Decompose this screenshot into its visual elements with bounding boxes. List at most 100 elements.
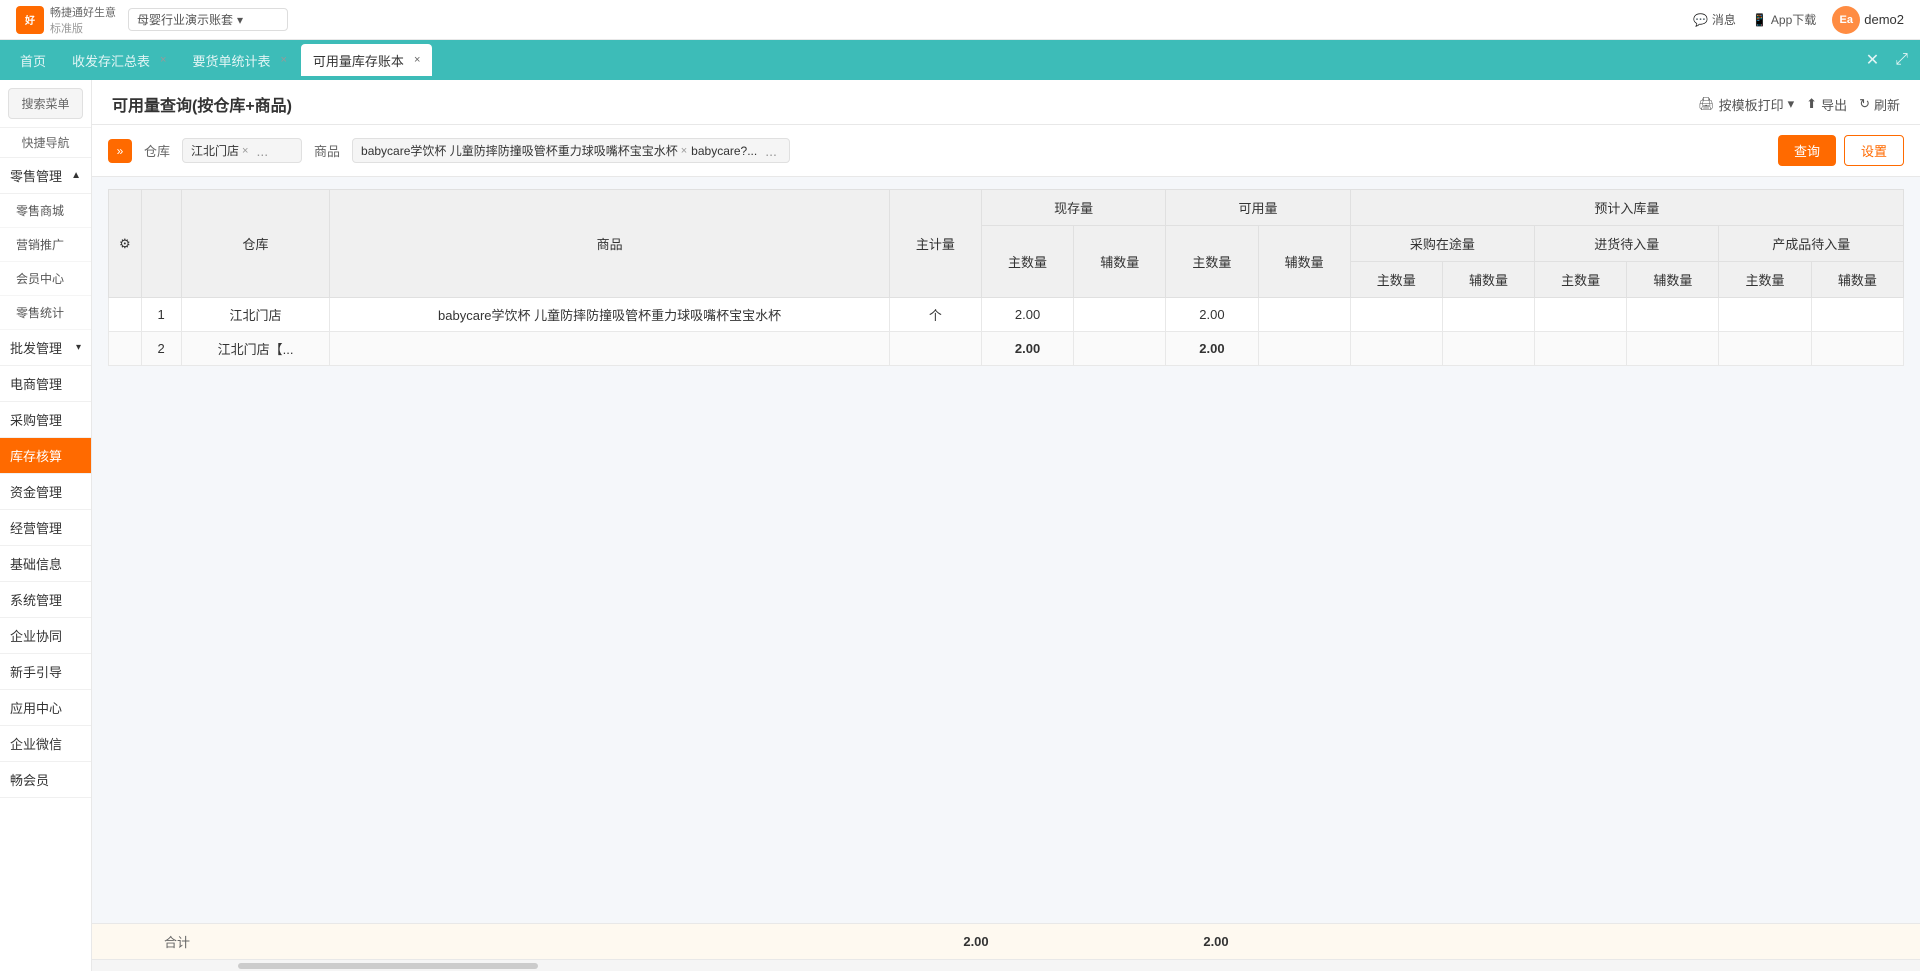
sidebar-group-inventory-header[interactable]: 库存核算: [0, 438, 91, 474]
cell-stock-aux-2: [1074, 332, 1166, 366]
user-area[interactable]: Ea demo2: [1832, 6, 1904, 34]
product-filter-tags[interactable]: babycare学饮杯 儿童防摔防撞吸管杯重力球吸嘴杯宝宝水杯 × babyca…: [352, 138, 790, 163]
sidebar-item-members[interactable]: 会员中心: [0, 262, 91, 296]
tab-receive-summary[interactable]: 收发存汇总表 ×: [60, 44, 178, 76]
nav-tabs-right: ✕ ⤢: [1862, 46, 1912, 74]
sidebar-group-finance-header[interactable]: 资金管理: [0, 474, 91, 510]
cell-avail-main-2: 2.00: [1166, 332, 1258, 366]
sidebar-group-app-center-header[interactable]: 应用中心: [0, 690, 91, 726]
th-num: [141, 190, 181, 298]
download-label: App下载: [1771, 11, 1816, 28]
sidebar-group-purchase-label: 采购管理: [10, 410, 62, 429]
query-btn[interactable]: 查询: [1778, 135, 1836, 166]
th-purchase-aux: 辅数量: [1442, 262, 1534, 298]
product-more-dots[interactable]: ...: [761, 143, 781, 159]
sidebar-group-wholesale-header[interactable]: 批发管理 ▾: [0, 330, 91, 366]
sidebar-group-operations: 经营管理: [0, 510, 91, 546]
tab-home[interactable]: 首页: [8, 44, 58, 76]
sidebar-group-members2-header[interactable]: 畅会员: [0, 762, 91, 798]
sidebar-group-collaboration: 企业协同: [0, 618, 91, 654]
product-tag-1-close[interactable]: ×: [681, 145, 687, 157]
top-bar-left: 好 畅捷通好生意 标准版 母婴行业演示账套 ▾: [16, 4, 288, 36]
message-btn[interactable]: 💬 消息: [1693, 11, 1736, 28]
sidebar-group-finance-label: 资金管理: [10, 482, 62, 501]
sidebar-group-wechat-label: 企业微信: [10, 734, 62, 753]
settings-btn[interactable]: 设置: [1844, 135, 1904, 166]
th-main-unit: 主计量: [889, 190, 981, 298]
maximize-btn[interactable]: ⤢: [1891, 47, 1912, 73]
quick-nav-btn[interactable]: 快捷导航: [0, 128, 91, 158]
sidebar-group-basic-info-header[interactable]: 基础信息: [0, 546, 91, 582]
tenant-selector[interactable]: 母婴行业演示账套 ▾: [128, 8, 288, 31]
tab-order-statistics[interactable]: 要货单统计表 ×: [180, 44, 298, 76]
close-window-btn[interactable]: ✕: [1862, 46, 1883, 74]
th-forecast-group: 预计入库量: [1350, 190, 1903, 226]
tab-receive-summary-close[interactable]: ×: [160, 54, 166, 66]
print-label: 按模板打印: [1719, 95, 1784, 114]
cell-avail-main-1: 2.00: [1166, 298, 1258, 332]
page-title: 可用量查询(按仓库+商品): [112, 92, 292, 116]
cell-prod-main-2: [1719, 332, 1811, 366]
th-product: 商品: [330, 190, 889, 298]
sidebar-group-retail-header[interactable]: 零售管理 ▲: [0, 158, 91, 194]
sidebar-group-retail-label: 零售管理: [10, 166, 62, 185]
logo-text: 畅捷通好生意: [50, 4, 116, 20]
cell-settings-2: [109, 332, 142, 366]
sidebar-group-system-header[interactable]: 系统管理: [0, 582, 91, 618]
th-production-group: 产成品待入量: [1719, 226, 1904, 262]
cell-product-1: babycare学饮杯 儿童防摔防撞吸管杯重力球吸嘴杯宝宝水杯: [330, 298, 889, 332]
sidebar-group-purchase-header[interactable]: 采购管理: [0, 402, 91, 438]
sidebar-group-inventory-label: 库存核算: [10, 446, 62, 465]
table-header: ⚙ 仓库 商品 主计量 现存量 可用量 预计入库量 主数量 辅数量 主数量 辅数…: [109, 190, 1904, 298]
sidebar-group-guide: 新手引导: [0, 654, 91, 690]
total-available-main: 2.00: [1156, 934, 1276, 949]
sidebar-group-operations-header[interactable]: 经营管理: [0, 510, 91, 546]
sidebar-group-basic-info: 基础信息: [0, 546, 91, 582]
cell-inc-main-2: [1535, 332, 1627, 366]
sidebar-item-marketing[interactable]: 营销推广: [0, 228, 91, 262]
refresh-btn[interactable]: ↻ 刷新: [1859, 95, 1900, 114]
th-settings[interactable]: ⚙: [109, 190, 142, 298]
cell-num-2: 2: [141, 332, 181, 366]
message-icon: 💬: [1693, 13, 1708, 27]
table-row: 1 江北门店 babycare学饮杯 儿童防摔防撞吸管杯重力球吸嘴杯宝宝水杯 个…: [109, 298, 1904, 332]
top-bar-right: 💬 消息 📱 App下载 Ea demo2: [1693, 6, 1904, 34]
sidebar-group-guide-label: 新手引导: [10, 662, 62, 681]
search-menu-btn[interactable]: 搜索菜单: [8, 88, 83, 119]
tenant-name: 母婴行业演示账套: [137, 11, 233, 28]
sidebar-group-finance: 资金管理: [0, 474, 91, 510]
bottom-scroll: [92, 959, 1920, 971]
cell-prod-main-1: [1719, 298, 1811, 332]
filter-expand-btn[interactable]: »: [108, 139, 132, 163]
table-body: 1 江北门店 babycare学饮杯 儿童防摔防撞吸管杯重力球吸嘴杯宝宝水杯 个…: [109, 298, 1904, 366]
th-incoming-main: 主数量: [1535, 262, 1627, 298]
sidebar-item-retail-store[interactable]: 零售商城: [0, 194, 91, 228]
app-download-btn[interactable]: 📱 App下载: [1752, 11, 1816, 28]
sidebar-group-ecommerce-header[interactable]: 电商管理: [0, 366, 91, 402]
sidebar-item-retail-stats[interactable]: 零售统计: [0, 296, 91, 330]
warehouse-filter-tags[interactable]: 江北门店 × ...: [182, 138, 302, 163]
cell-unit-2: [889, 332, 981, 366]
tab-order-statistics-close[interactable]: ×: [280, 54, 286, 66]
tab-receive-summary-label: 收发存汇总表: [72, 51, 150, 70]
tab-available-stock[interactable]: 可用量库存账本 ×: [301, 44, 432, 76]
cell-prod-aux-2: [1811, 332, 1903, 366]
warehouse-filter-label: 仓库: [144, 141, 170, 160]
warehouse-tag-close[interactable]: ×: [242, 145, 248, 157]
logo-area: 好 畅捷通好生意 标准版: [16, 4, 116, 36]
print-template-btn[interactable]: 🖨 按模板打印 ▾: [1698, 95, 1794, 114]
cell-prod-aux-1: [1811, 298, 1903, 332]
cell-inc-aux-1: [1627, 298, 1719, 332]
sidebar-group-app-center-label: 应用中心: [10, 698, 62, 717]
export-btn[interactable]: ⬆ 导出: [1806, 95, 1847, 114]
tab-available-stock-close[interactable]: ×: [414, 54, 420, 66]
sidebar-group-guide-header[interactable]: 新手引导: [0, 654, 91, 690]
horizontal-scrollbar[interactable]: [238, 963, 538, 969]
tab-available-stock-label: 可用量库存账本: [313, 51, 404, 70]
product-tag-1: babycare学饮杯 儿童防摔防撞吸管杯重力球吸嘴杯宝宝水杯 ×: [361, 142, 687, 159]
warehouse-more-dots[interactable]: ...: [252, 143, 272, 159]
sidebar-group-wechat-header[interactable]: 企业微信: [0, 726, 91, 762]
top-bar: 好 畅捷通好生意 标准版 母婴行业演示账套 ▾ 💬 消息 📱 App下载 Ea …: [0, 0, 1920, 40]
sidebar-group-collaboration-header[interactable]: 企业协同: [0, 618, 91, 654]
total-label: 合计: [108, 932, 248, 951]
